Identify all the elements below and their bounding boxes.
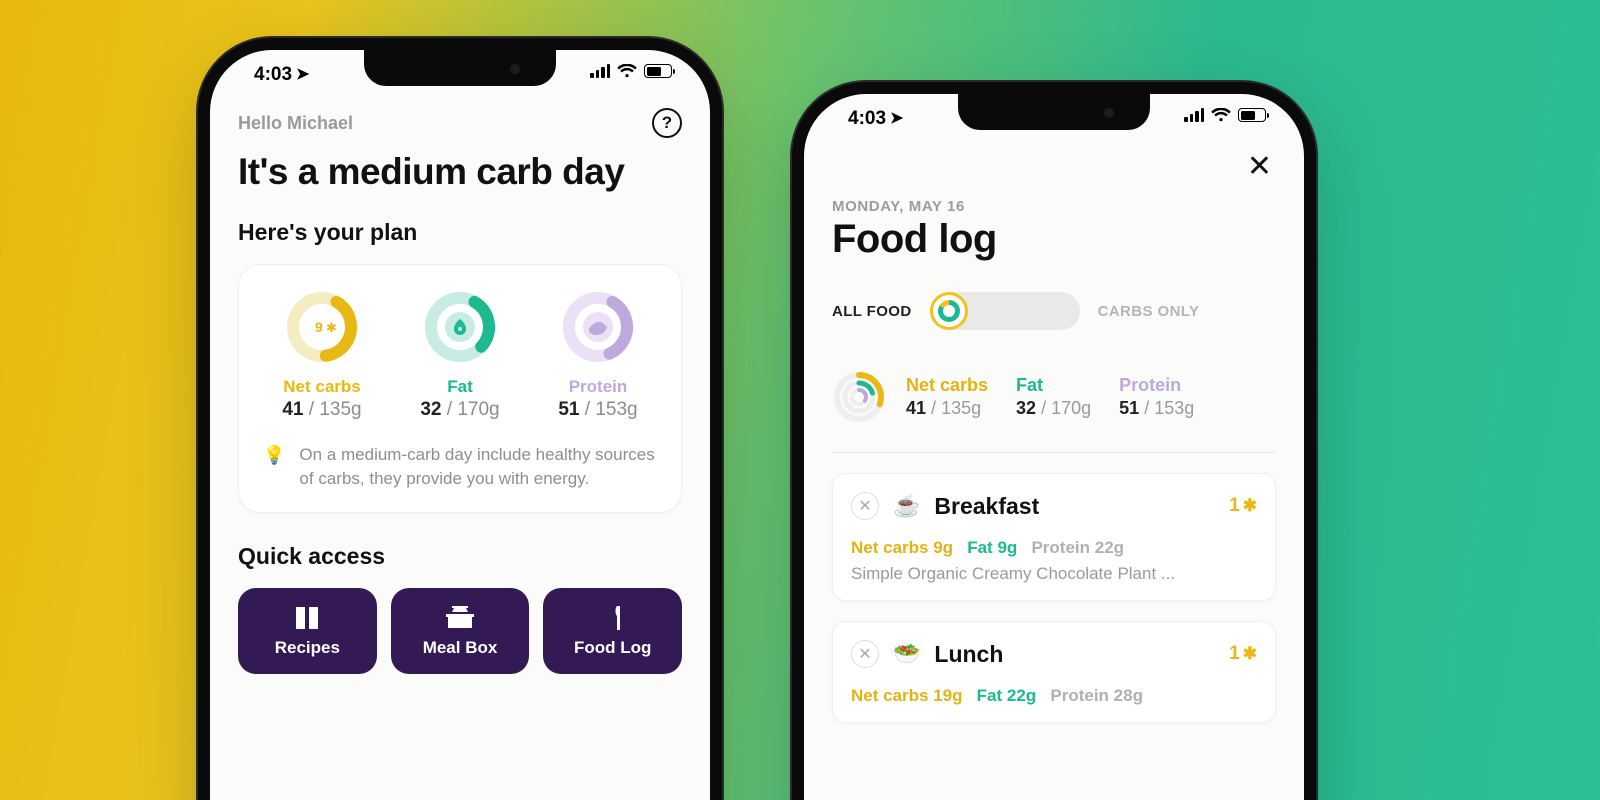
- meal-count: 1✱: [1229, 495, 1257, 517]
- coffee-icon: ☕: [893, 493, 920, 519]
- foodlog-button[interactable]: Food Log: [543, 588, 682, 674]
- phone-notch: [364, 50, 556, 86]
- toggle-switch[interactable]: [930, 292, 1080, 330]
- macro-value: 41 / 135g: [253, 399, 391, 421]
- meal-macros: Net carbs 9g Fat 9g Protein 22g: [851, 538, 1257, 558]
- grain-icon: ✱: [1243, 644, 1257, 664]
- plan-card: 9 ✱ Net carbs 41 / 135g: [238, 264, 682, 513]
- mealbox-button[interactable]: Meal Box: [391, 588, 530, 674]
- macro-label: Protein: [529, 377, 667, 397]
- macro-protein[interactable]: Protein 51 / 153g: [529, 287, 667, 421]
- page-title: It's a medium carb day: [238, 152, 682, 193]
- meal-macros: Net carbs 19g Fat 22g Protein 28g: [851, 686, 1257, 706]
- carbs-ring-icon: 9 ✱: [282, 287, 362, 367]
- greeting-text: Hello Michael: [238, 113, 353, 134]
- wifi-icon: [1211, 108, 1231, 122]
- foodlog-icon: [599, 604, 627, 632]
- view-toggle: ALL FOOD CARBS ONLY: [832, 292, 1276, 330]
- page-title: Food log: [832, 217, 1276, 262]
- meal-name: Breakfast: [934, 493, 1039, 520]
- summary-fat: Fat 32 / 170g: [1016, 375, 1091, 419]
- meal-card-lunch[interactable]: ✕ 🥗 Lunch 1✱ Net carbs 19g Fat 22g Prote…: [832, 621, 1276, 723]
- meal-item: Simple Organic Creamy Chocolate Plant ..…: [851, 564, 1257, 584]
- toggle-all-food[interactable]: ALL FOOD: [832, 303, 912, 320]
- status-time: 4:03: [848, 108, 886, 130]
- phone-foodlog: 4:03 ➤ ✕ MONDAY, MAY 16 Food log ALL FOO…: [804, 94, 1304, 800]
- location-icon: ➤: [890, 108, 903, 128]
- recipes-button[interactable]: Recipes: [238, 588, 377, 674]
- ring-badge: 9: [315, 319, 323, 335]
- toggle-carbs-only[interactable]: CARBS ONLY: [1098, 303, 1200, 320]
- macro-carbs[interactable]: 9 ✱ Net carbs 41 / 135g: [253, 287, 391, 421]
- fat-ring-icon: [420, 287, 500, 367]
- help-button[interactable]: ?: [652, 108, 682, 138]
- remove-meal-button[interactable]: ✕: [851, 640, 879, 668]
- summary-carbs: Net carbs 41 / 135g: [906, 375, 988, 419]
- macro-fat[interactable]: Fat 32 / 170g: [391, 287, 529, 421]
- remove-meal-button[interactable]: ✕: [851, 492, 879, 520]
- macro-label: Net carbs: [253, 377, 391, 397]
- status-time: 4:03: [254, 64, 292, 86]
- lightbulb-icon: 💡: [263, 445, 285, 466]
- cellular-icon: [590, 64, 610, 78]
- svg-text:✱: ✱: [326, 320, 337, 335]
- protein-ring-icon: [558, 287, 638, 367]
- wifi-icon: [617, 64, 637, 78]
- location-icon: ➤: [296, 64, 309, 84]
- macro-value: 51 / 153g: [529, 399, 667, 421]
- date-label: MONDAY, MAY 16: [832, 198, 1276, 215]
- quick-access-header: Quick access: [238, 543, 682, 570]
- summary-protein: Protein 51 / 153g: [1119, 375, 1194, 419]
- macro-label: Fat: [391, 377, 529, 397]
- recipes-icon: [292, 604, 322, 632]
- macro-value: 32 / 170g: [391, 399, 529, 421]
- mealbox-icon: [444, 604, 476, 632]
- meal-name: Lunch: [934, 641, 1003, 668]
- macro-summary: Net carbs 41 / 135g Fat 32 / 170g Protei…: [832, 370, 1276, 424]
- plan-header: Here's your plan: [238, 219, 682, 246]
- phone-notch: [958, 94, 1150, 130]
- salad-icon: 🥗: [893, 641, 920, 667]
- summary-ring-icon: [832, 370, 886, 424]
- grain-icon: ✱: [1243, 496, 1257, 516]
- toggle-knob: [933, 295, 965, 327]
- divider: [832, 452, 1276, 453]
- cellular-icon: [1184, 108, 1204, 122]
- tip-row: 💡 On a medium-carb day include healthy s…: [253, 443, 667, 492]
- meal-count: 1✱: [1229, 643, 1257, 665]
- battery-icon: [644, 64, 672, 78]
- phone-home: 4:03 ➤ Hello Michael ? It's a medium car…: [210, 50, 710, 800]
- battery-icon: [1238, 108, 1266, 122]
- tip-text: On a medium-carb day include healthy sou…: [299, 443, 657, 492]
- meal-card-breakfast[interactable]: ✕ ☕ Breakfast 1✱ Net carbs 9g Fat 9g Pro…: [832, 473, 1276, 601]
- close-button[interactable]: ✕: [1247, 152, 1272, 182]
